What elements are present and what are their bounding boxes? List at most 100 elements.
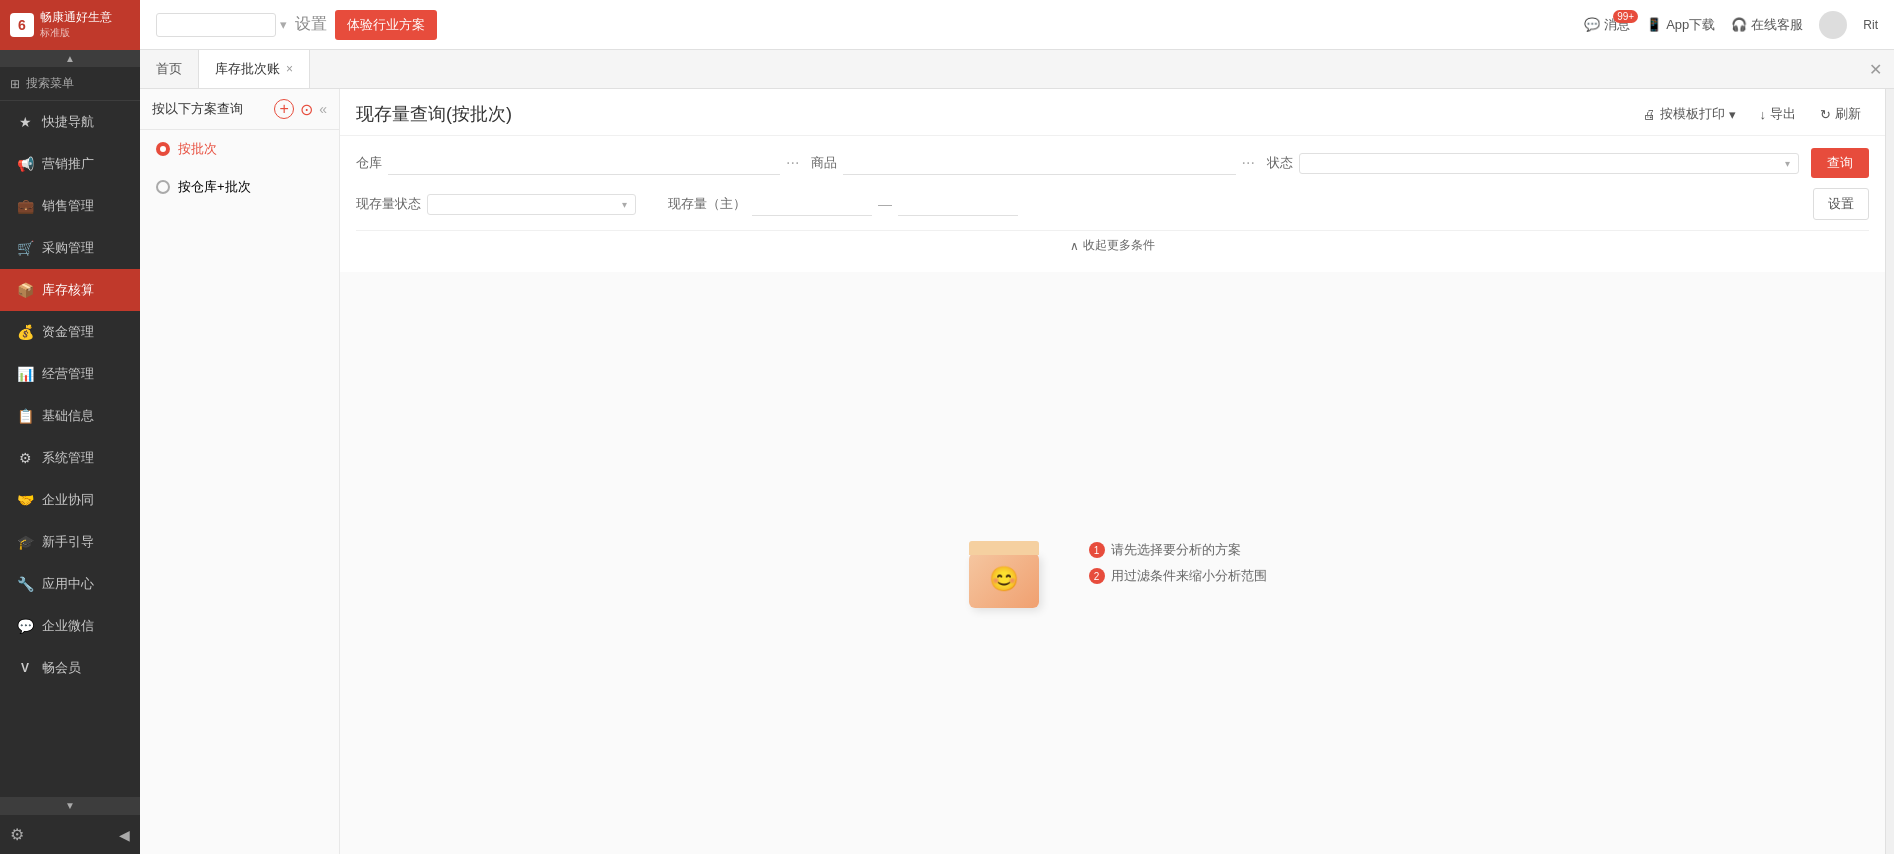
messages-badge: 99+ xyxy=(1613,10,1638,23)
plan-warehouse-batch-label: 按仓库+批次 xyxy=(178,178,251,196)
sidebar-item-marketing[interactable]: 📢 营销推广 xyxy=(0,143,140,185)
system-icon: ⚙ xyxy=(16,449,34,467)
system-label: 系统管理 xyxy=(42,449,94,467)
plan-inactive-dot xyxy=(156,180,170,194)
sidebar-item-inventory[interactable]: 📦 库存核算 xyxy=(0,269,140,311)
sidebar-footer: ⚙ ◀ xyxy=(0,814,140,854)
collapse-more-button[interactable]: ∧ 收起更多条件 xyxy=(356,230,1869,260)
headset-icon: 🎧 xyxy=(1731,17,1747,32)
sidebar-item-system[interactable]: ⚙ 系统管理 xyxy=(0,437,140,479)
product-more-icon[interactable]: ··· xyxy=(1242,154,1255,172)
add-plan-button[interactable]: + xyxy=(274,99,294,119)
basic-info-label: 基础信息 xyxy=(42,407,94,425)
app-info: 畅康通好生意 标准版 xyxy=(40,10,112,40)
sidebar-item-apps[interactable]: 🔧 应用中心 xyxy=(0,563,140,605)
marketing-label: 营销推广 xyxy=(42,155,94,173)
filter-row-2: 现存量状态 ▾ 现存量（主） — 设置 xyxy=(356,188,1869,220)
app-name: 畅康通好生意 xyxy=(40,10,112,26)
query-button[interactable]: 查询 xyxy=(1811,148,1869,178)
warehouse-input[interactable] xyxy=(388,151,780,175)
scroll-up[interactable]: ▲ xyxy=(0,50,140,67)
sidebar-item-basic-info[interactable]: 📋 基础信息 xyxy=(0,395,140,437)
topbar-search-input[interactable] xyxy=(156,13,276,37)
plan-item-warehouse-batch[interactable]: 按仓库+批次 xyxy=(140,168,339,206)
member-label: 畅会员 xyxy=(42,659,81,677)
tab-inventory-batch[interactable]: 库存批次账 × xyxy=(199,50,310,88)
app-download-button[interactable]: 📱 App下载 xyxy=(1646,16,1715,34)
plan-item-batch[interactable]: 按批次 xyxy=(140,130,339,168)
sidebar-item-purchase[interactable]: 🛒 采购管理 xyxy=(0,227,140,269)
sidebar-item-newbie[interactable]: 🎓 新手引导 xyxy=(0,521,140,563)
purchase-icon: 🛒 xyxy=(16,239,34,257)
sidebar-item-quick-nav[interactable]: ★ 快捷导航 xyxy=(0,101,140,143)
wechat-label: 企业微信 xyxy=(42,617,94,635)
industry-solution-button[interactable]: 体验行业方案 xyxy=(335,10,437,40)
content-area: 按以下方案查询 + ⊙ « 按批次 按仓库+批次 xyxy=(140,89,1894,854)
sales-label: 销售管理 xyxy=(42,197,94,215)
app-version: 标准版 xyxy=(40,26,112,40)
inventory-status-label: 现存量状态 xyxy=(356,195,421,213)
wechat-icon: 💬 xyxy=(16,617,34,635)
sidebar-item-sales[interactable]: 💼 销售管理 xyxy=(0,185,140,227)
messages-button[interactable]: 💬 消息 99+ xyxy=(1584,16,1630,34)
topbar-gear-icon[interactable]: 设置 xyxy=(295,14,327,35)
sidebar-item-wechat[interactable]: 💬 企业微信 xyxy=(0,605,140,647)
print-button[interactable]: 🖨 按模板打印 ▾ xyxy=(1635,101,1744,127)
topbar: ▾ 设置 体验行业方案 💬 消息 99+ 📱 App下载 🎧 在线客服 Rit xyxy=(140,0,1894,50)
plan-batch-label: 按批次 xyxy=(178,140,217,158)
box-face: 😊 xyxy=(989,565,1019,593)
sidebar: 6 畅康通好生意 标准版 ▲ ⊞ 搜索菜单 ★ 快捷导航 📢 营销推广 💼 销售… xyxy=(0,0,140,854)
sidebar-search-area: ⊞ 搜索菜单 xyxy=(0,67,140,101)
sidebar-collapse-icon[interactable]: ◀ xyxy=(119,827,130,843)
plan-active-dot xyxy=(156,142,170,156)
collapse-label: 收起更多条件 xyxy=(1083,237,1155,254)
inventory-icon: 📦 xyxy=(16,281,34,299)
warehouse-filter-group: 仓库 ··· xyxy=(356,151,799,175)
sidebar-item-finance[interactable]: 💰 资金管理 xyxy=(0,311,140,353)
collapse-panel-icon[interactable]: « xyxy=(319,101,327,117)
quantity-min-input[interactable] xyxy=(752,192,872,216)
quantity-max-input[interactable] xyxy=(898,192,1018,216)
operations-icon: 📊 xyxy=(16,365,34,383)
close-panel-icon[interactable]: ✕ xyxy=(1857,60,1894,79)
online-service-button[interactable]: 🎧 在线客服 xyxy=(1731,16,1803,34)
warehouse-more-icon[interactable]: ··· xyxy=(786,154,799,172)
box-lid xyxy=(969,541,1039,555)
empty-tip-2: 2 用过滤条件来缩小分析范围 xyxy=(1089,567,1267,585)
export-label: 导出 xyxy=(1770,105,1796,123)
status-select[interactable]: ▾ xyxy=(1299,153,1799,174)
plan-settings-icon[interactable]: ⊙ xyxy=(300,100,313,119)
sidebar-item-enterprise[interactable]: 🤝 企业协同 xyxy=(0,479,140,521)
print-dropdown-icon: ▾ xyxy=(1729,107,1736,122)
enterprise-icon: 🤝 xyxy=(16,491,34,509)
sidebar-item-member[interactable]: V 畅会员 xyxy=(0,647,140,689)
sidebar-header: 6 畅康通好生意 标准版 xyxy=(0,0,140,50)
marketing-icon: 📢 xyxy=(16,155,34,173)
tab-home[interactable]: 首页 xyxy=(140,50,199,88)
empty-state: 😊 1 请先选择要分析的方案 2 用过滤条件来缩小分析范围 xyxy=(340,272,1885,854)
right-edge-tab[interactable] xyxy=(1885,89,1894,854)
export-button[interactable]: ↓ 导出 xyxy=(1752,101,1805,127)
user-avatar[interactable] xyxy=(1819,11,1847,39)
search-menu-item[interactable]: ⊞ 搜索菜单 xyxy=(10,75,130,92)
topbar-dropdown-icon[interactable]: ▾ xyxy=(280,17,287,32)
app-logo: 6 xyxy=(10,13,34,37)
sidebar-settings-icon[interactable]: ⚙ xyxy=(10,825,24,844)
sidebar-item-operations[interactable]: 📊 经营管理 xyxy=(0,353,140,395)
finance-label: 资金管理 xyxy=(42,323,94,341)
settings-button[interactable]: 设置 xyxy=(1813,188,1869,220)
scroll-down[interactable]: ▼ xyxy=(0,797,140,814)
inventory-status-select[interactable]: ▾ xyxy=(427,194,636,215)
inventory-label: 库存核算 xyxy=(42,281,94,299)
product-label: 商品 xyxy=(811,154,837,172)
main-area: ▾ 设置 体验行业方案 💬 消息 99+ 📱 App下载 🎧 在线客服 Rit xyxy=(140,0,1894,854)
purchase-label: 采购管理 xyxy=(42,239,94,257)
quick-nav-label: 快捷导航 xyxy=(42,113,94,131)
topbar-search-area: ▾ xyxy=(156,13,287,37)
tip-num-2: 2 xyxy=(1089,568,1105,584)
tab-inventory-batch-label: 库存批次账 xyxy=(215,60,280,78)
refresh-button[interactable]: ↻ 刷新 xyxy=(1812,101,1869,127)
product-input[interactable] xyxy=(843,151,1235,175)
tab-close-icon[interactable]: × xyxy=(286,62,293,76)
status-select-arrow: ▾ xyxy=(1785,158,1790,169)
